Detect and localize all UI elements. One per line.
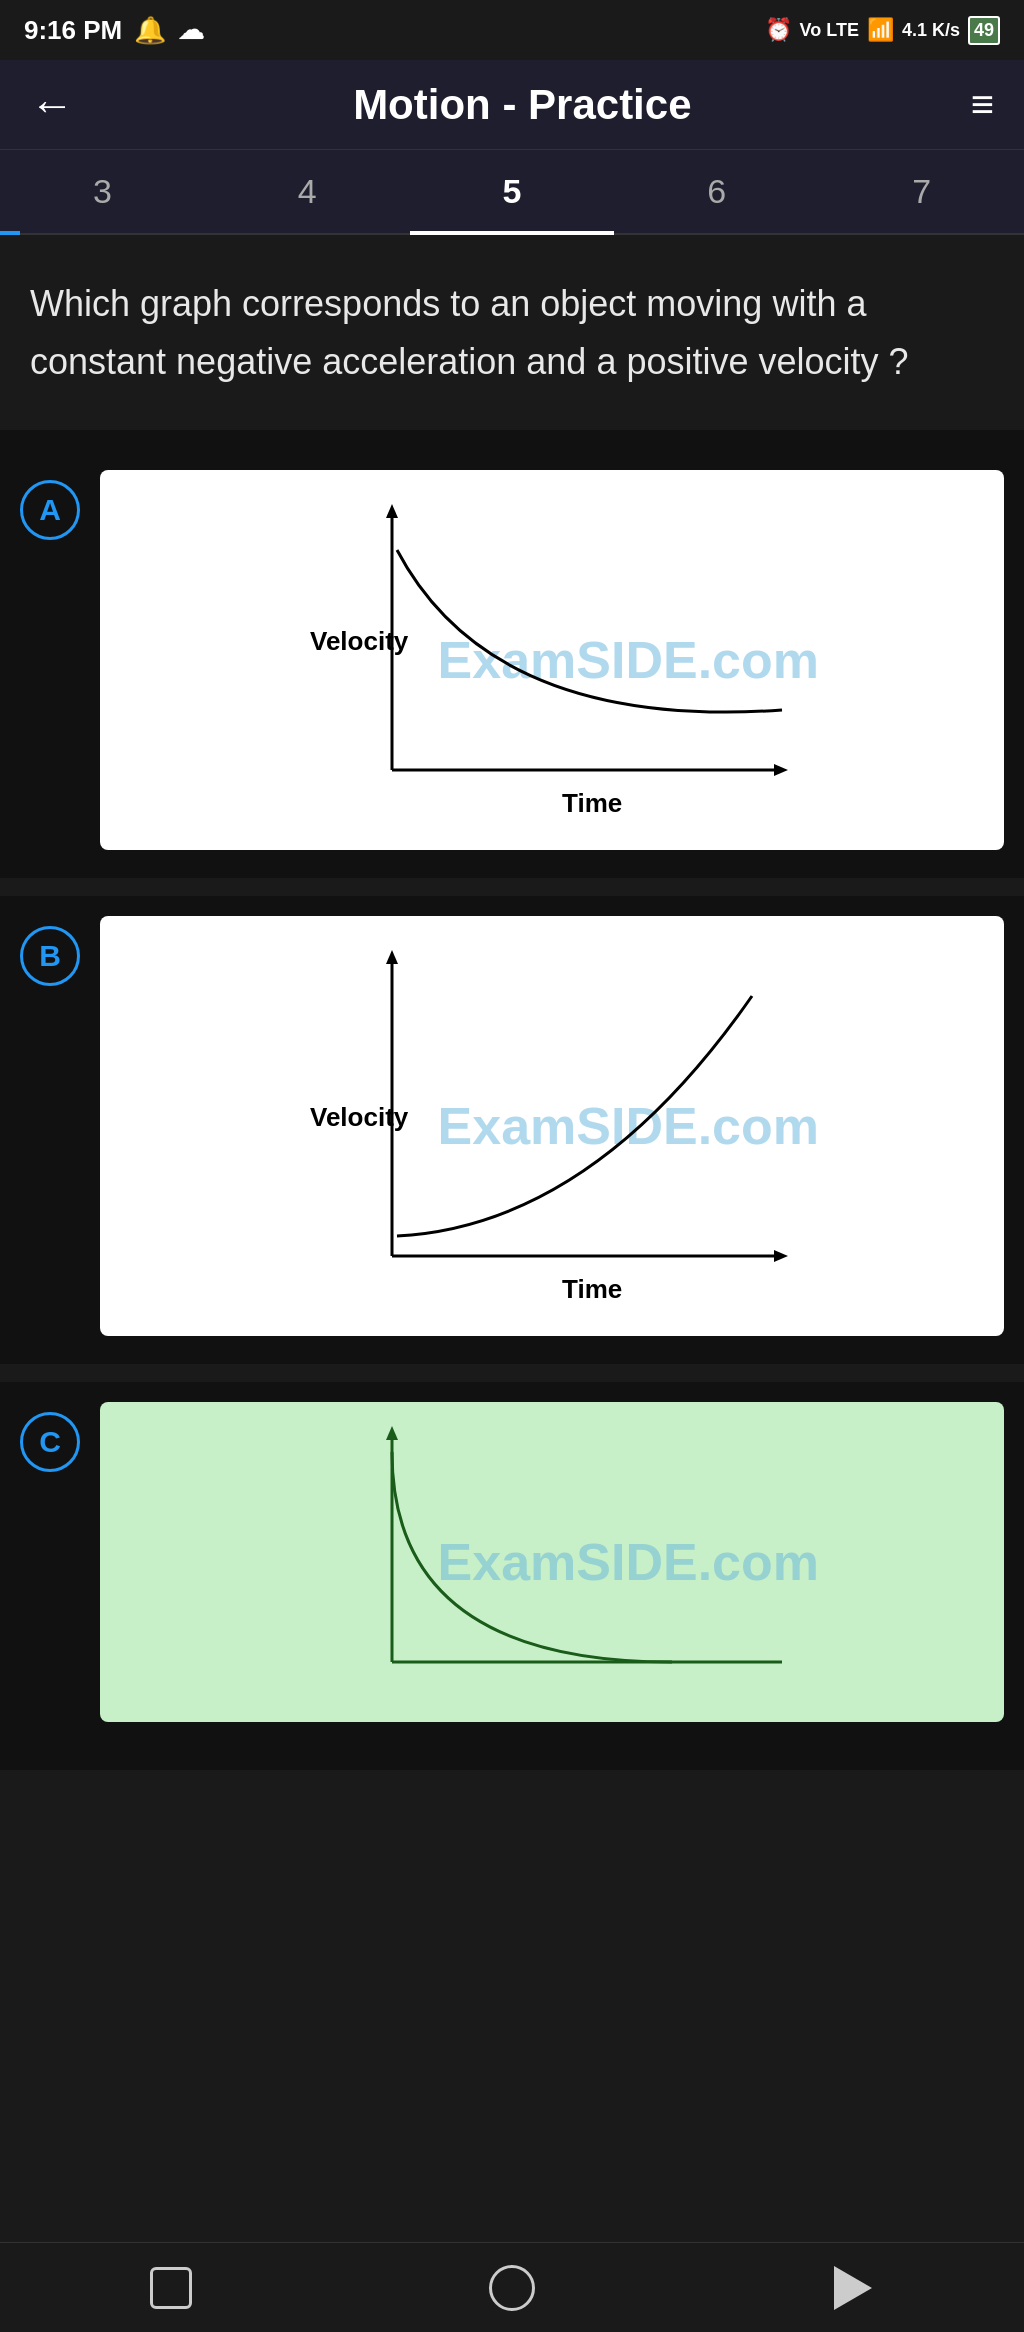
tab-bar: 3 4 5 6 7: [0, 150, 1024, 235]
alarm-clock-icon: ⏰: [765, 17, 792, 43]
app-header: ← Motion - Practice ≡: [0, 60, 1024, 150]
battery-icon: 49: [968, 16, 1000, 45]
question-section: Which graph corresponds to an object mov…: [0, 235, 1024, 430]
square-icon: [150, 2267, 192, 2309]
tab-5[interactable]: 5: [410, 150, 615, 233]
svg-marker-9: [774, 1250, 788, 1262]
option-a-label: A: [20, 480, 80, 540]
nav-home-button[interactable]: [472, 2258, 552, 2318]
graph-b-svg: Velocity Time: [120, 936, 984, 1316]
svg-text:Time: Time: [562, 1274, 622, 1304]
svg-text:Velocity: Velocity: [310, 1102, 409, 1132]
nav-square-button[interactable]: [131, 2258, 211, 2318]
option-b-label: B: [20, 926, 80, 986]
tab-4[interactable]: 4: [205, 150, 410, 233]
separator-bc: [0, 1364, 1024, 1382]
status-right: ⏰ Vo LTE 📶 4.1 K/s 49: [765, 16, 1000, 45]
svg-marker-13: [386, 1426, 398, 1440]
svg-marker-7: [386, 950, 398, 964]
speed-text: 4.1 K/s: [902, 20, 960, 41]
bottom-spacer: [0, 1770, 1024, 1860]
option-c-graph: ExamSIDE.com: [100, 1402, 1004, 1722]
tab-6[interactable]: 6: [614, 150, 819, 233]
tab-3[interactable]: 3: [0, 150, 205, 233]
svg-marker-1: [386, 504, 398, 518]
tab-7[interactable]: 7: [819, 150, 1024, 233]
option-a-block[interactable]: A ExamSIDE.com: [0, 450, 1024, 870]
option-b-block[interactable]: B ExamSIDE.com: [0, 896, 1024, 1356]
time-display: 9:16 PM: [24, 15, 122, 46]
svg-text:Velocity: Velocity: [310, 626, 409, 656]
filter-button[interactable]: ≡: [971, 82, 994, 127]
options-container: A ExamSIDE.com: [0, 430, 1024, 1770]
option-c-block[interactable]: C ExamSIDE.com: [0, 1382, 1024, 1742]
option-b-graph: ExamSIDE.com Velocity: [100, 916, 1004, 1336]
signal-icon: 📶: [867, 17, 894, 43]
circle-icon: [489, 2265, 535, 2311]
svg-text:Time: Time: [562, 788, 622, 818]
triangle-icon: [834, 2266, 872, 2310]
bottom-navigation: [0, 2242, 1024, 2332]
cloud-icon: ☁: [178, 15, 204, 46]
status-left: 9:16 PM 🔔 ☁: [24, 15, 204, 46]
question-text: Which graph corresponds to an object mov…: [30, 275, 994, 390]
graph-a-svg: Velocity Time: [120, 490, 984, 830]
svg-marker-3: [774, 764, 788, 776]
back-button[interactable]: ←: [30, 80, 74, 130]
graph-c-svg: [120, 1422, 984, 1702]
separator-ab: [0, 878, 1024, 896]
option-c-label: C: [20, 1412, 80, 1472]
status-bar: 9:16 PM 🔔 ☁ ⏰ Vo LTE 📶 4.1 K/s 49: [0, 0, 1024, 60]
nav-back-button[interactable]: [813, 2258, 893, 2318]
vo-lte-text: Vo LTE: [800, 20, 859, 41]
alarm-icon: 🔔: [134, 15, 166, 46]
page-title: Motion - Practice: [74, 81, 971, 129]
option-a-graph: ExamSIDE.com Velocity: [100, 470, 1004, 850]
